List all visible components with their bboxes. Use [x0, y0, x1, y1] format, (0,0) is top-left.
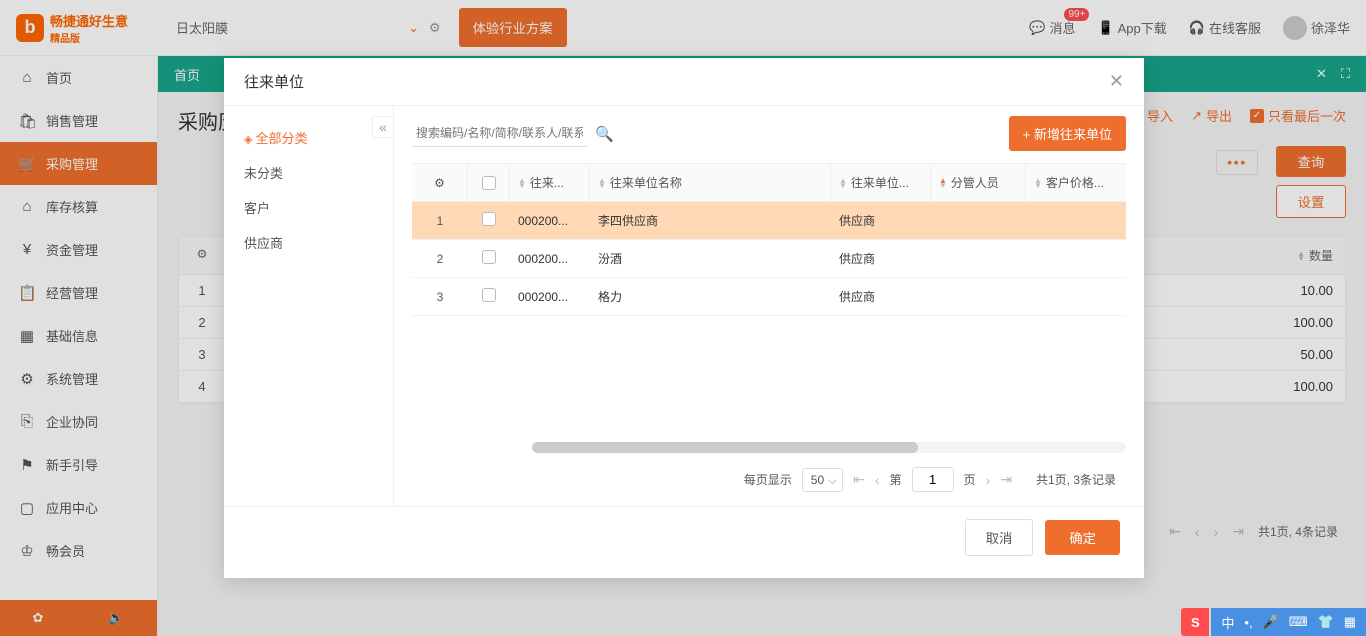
category-uncategorized[interactable]: 未分类 — [244, 155, 393, 190]
row-name: 汾酒 — [590, 240, 831, 277]
sort-icon: ▲▼ — [1034, 178, 1042, 188]
ime-mic-icon[interactable]: 🎤 — [1263, 614, 1279, 630]
page-last-icon[interactable]: ⇥ — [1000, 471, 1012, 488]
checkbox-icon — [482, 176, 496, 190]
close-icon[interactable]: ✕ — [1109, 71, 1124, 92]
row-manager — [931, 287, 1026, 307]
checkbox-icon — [482, 212, 496, 226]
table-row[interactable]: 1 000200...李四供应商供应商 — [412, 202, 1126, 240]
sort-icon: ▲▼ — [518, 178, 526, 188]
row-name: 格力 — [590, 278, 831, 315]
horizontal-scrollbar[interactable] — [532, 442, 1126, 453]
row-checkbox[interactable] — [468, 278, 510, 315]
table-row[interactable]: 2 000200...汾酒供应商 — [412, 240, 1126, 278]
col-gear[interactable]: ⚙ — [412, 164, 468, 201]
row-checkbox[interactable] — [468, 202, 510, 239]
ime-s-icon[interactable]: S — [1181, 608, 1209, 636]
row-type: 供应商 — [831, 278, 931, 315]
ime-lang[interactable]: 中 — [1221, 613, 1234, 632]
table-row[interactable]: 3 000200...格力供应商 — [412, 278, 1126, 316]
category-supplier[interactable]: 供应商 — [244, 225, 393, 260]
sort-icon: ▲▼ — [939, 178, 947, 188]
per-page-select[interactable]: 50 — [802, 468, 843, 492]
modal-footer: 取消 确定 — [224, 506, 1144, 568]
row-index: 1 — [412, 204, 468, 238]
ime-punct-icon[interactable]: •, — [1244, 615, 1252, 630]
pagination-summary: 共1页, 3条记录 — [1036, 471, 1116, 488]
row-code: 000200... — [510, 280, 590, 314]
category-customer[interactable]: 客户 — [244, 190, 393, 225]
gear-icon: ⚙ — [434, 176, 445, 190]
ime-toolbar: S 中 •, 🎤 ⌨ 👕 ▦ — [1181, 608, 1366, 636]
scrollbar-thumb[interactable] — [532, 442, 918, 453]
ime-skin-icon[interactable]: 👕 — [1318, 614, 1334, 630]
category-sidebar: « 全部分类 未分类 客户 供应商 — [224, 106, 394, 506]
checkbox-icon — [482, 250, 496, 264]
row-type: 供应商 — [831, 202, 931, 239]
category-all[interactable]: 全部分类 — [244, 120, 393, 155]
add-unit-button[interactable]: + 新增往来单位 — [1009, 116, 1126, 151]
row-index: 2 — [412, 242, 468, 276]
confirm-button[interactable]: 确定 — [1045, 520, 1120, 555]
ime-grid-icon[interactable]: ▦ — [1344, 614, 1356, 630]
row-price — [1026, 287, 1126, 307]
row-manager — [931, 249, 1026, 269]
col-name[interactable]: ▲▼往来单位名称 — [590, 164, 831, 201]
page-first-icon[interactable]: ⇤ — [853, 471, 865, 488]
search-input[interactable] — [412, 120, 587, 147]
modal-header: 往来单位 ✕ — [224, 58, 1144, 106]
modal-title: 往来单位 — [244, 71, 304, 92]
row-price — [1026, 211, 1126, 231]
col-type[interactable]: ▲▼往来单位... — [831, 164, 931, 201]
modal-pagination: 每页显示 50 ⇤ ‹ 第 页 › ⇥ 共1页, 3条记录 — [412, 453, 1116, 506]
col-manager[interactable]: ▲▼分管人员 — [931, 164, 1026, 201]
row-checkbox[interactable] — [468, 240, 510, 277]
row-manager — [931, 211, 1026, 231]
col-checkbox[interactable] — [468, 164, 510, 201]
collapse-icon[interactable]: « — [372, 116, 394, 138]
row-price — [1026, 249, 1126, 269]
sort-icon: ▲▼ — [839, 178, 847, 188]
unit-table: ⚙ ▲▼往来... ▲▼往来单位名称 ▲▼往来单位... ▲▼分管人员 ▲▼客户… — [412, 163, 1126, 434]
row-code: 000200... — [510, 204, 590, 238]
checkbox-icon — [482, 288, 496, 302]
ime-tools[interactable]: 中 •, 🎤 ⌨ 👕 ▦ — [1211, 608, 1366, 636]
page-next-icon[interactable]: › — [986, 472, 991, 488]
row-type: 供应商 — [831, 240, 931, 277]
sort-icon: ▲▼ — [598, 178, 606, 188]
unit-selector-modal: 往来单位 ✕ « 全部分类 未分类 客户 供应商 🔍 + 新增往来单位 ⚙ ▲▼… — [224, 58, 1144, 578]
col-code[interactable]: ▲▼往来... — [510, 164, 590, 201]
page-label-post: 页 — [964, 471, 976, 488]
search-icon[interactable]: 🔍 — [595, 125, 614, 143]
page-prev-icon[interactable]: ‹ — [875, 472, 880, 488]
per-page-label: 每页显示 — [744, 471, 792, 488]
col-price[interactable]: ▲▼客户价格... — [1026, 164, 1126, 201]
cancel-button[interactable]: 取消 — [965, 519, 1034, 556]
row-name: 李四供应商 — [590, 202, 831, 239]
page-label-pre: 第 — [890, 471, 902, 488]
ime-keyboard-icon[interactable]: ⌨ — [1289, 614, 1308, 630]
row-code: 000200... — [510, 242, 590, 276]
row-index: 3 — [412, 280, 468, 314]
page-input[interactable] — [912, 467, 954, 492]
